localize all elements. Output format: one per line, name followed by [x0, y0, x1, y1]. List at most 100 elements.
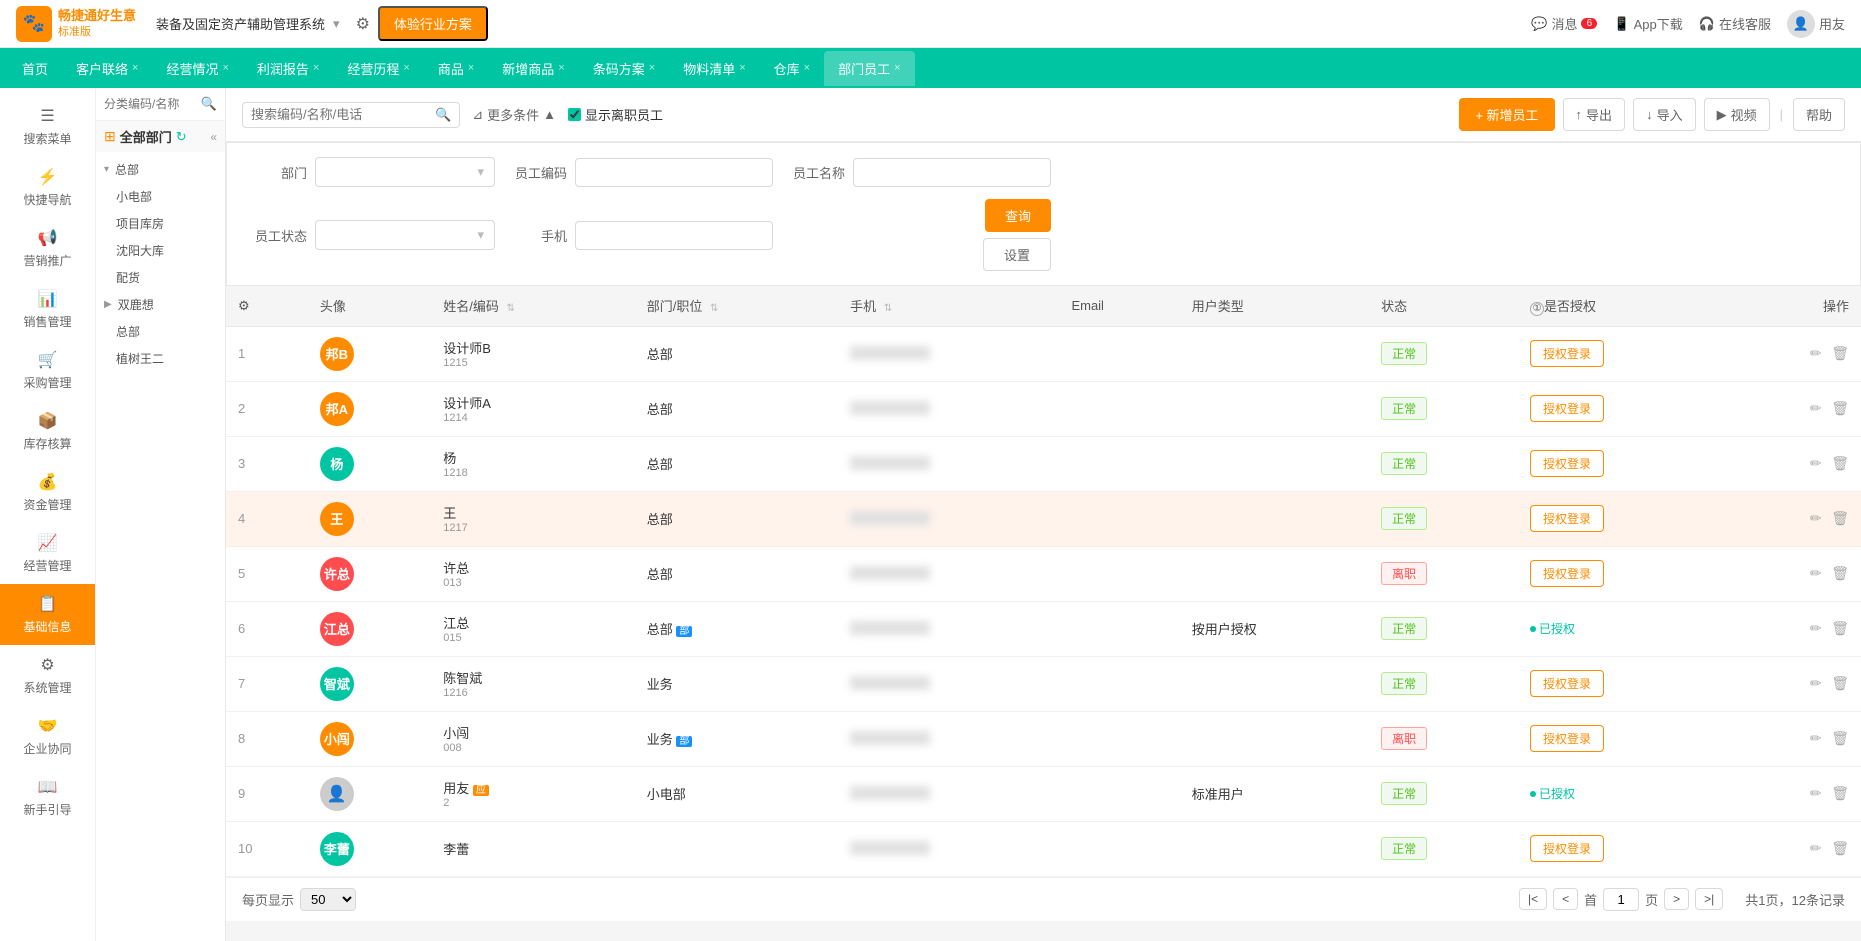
close-icon[interactable]: × [804, 62, 810, 74]
nav-item-guide[interactable]: 📖 新手引导 [0, 767, 95, 828]
user-menu[interactable]: 👤 用友 [1787, 10, 1845, 38]
nav-item-system[interactable]: ⚙ 系统管理 [0, 645, 95, 706]
set-button[interactable]: 设置 [983, 238, 1051, 271]
col-dept[interactable]: 部门/职位 ⇅ [635, 286, 838, 326]
tab-add-goods[interactable]: 新增商品 × [488, 51, 578, 86]
dept-item-shenyang[interactable]: 沈阳大库 [96, 237, 225, 264]
dept-item-hq[interactable]: 总部 [96, 318, 225, 345]
tab-warehouse[interactable]: 仓库 × [760, 51, 824, 86]
auth-login-button[interactable]: 授权登录 [1530, 560, 1604, 587]
close-icon[interactable]: × [649, 62, 655, 74]
auth-login-button[interactable]: 授权登录 [1530, 835, 1604, 862]
auth-login-button[interactable]: 授权登录 [1530, 340, 1604, 367]
auth-login-button[interactable]: 授权登录 [1530, 505, 1604, 532]
tab-bom[interactable]: 物料清单 × [669, 51, 759, 86]
tab-customer[interactable]: 客户联络 × [62, 51, 152, 86]
tab-operations[interactable]: 经营情况 × [152, 51, 242, 86]
delete-icon[interactable]: 🗑 [1831, 840, 1849, 856]
nav-item-basic[interactable]: 📋 基础信息 [0, 584, 95, 645]
show-resigned-checkbox[interactable]: 显示离职员工 [568, 105, 663, 124]
search-icon[interactable]: 🔍 [435, 107, 451, 123]
nav-item-sales[interactable]: 📊 销售管理 [0, 279, 95, 340]
dept-search-input[interactable] [104, 97, 201, 111]
close-icon[interactable]: × [468, 62, 474, 74]
auth-login-button[interactable]: 授权登录 [1530, 725, 1604, 752]
page-size-select[interactable]: 50 100 [300, 888, 356, 911]
nav-item-collab[interactable]: 🤝 企业协同 [0, 706, 95, 767]
col-phone[interactable]: 手机 ⇅ [838, 286, 1059, 326]
delete-icon[interactable]: 🗑 [1831, 785, 1849, 801]
help-button[interactable]: 帮助 [1793, 98, 1845, 131]
tab-department[interactable]: 部门员工 × [824, 51, 914, 86]
search-button[interactable]: 查询 [985, 199, 1051, 232]
nav-item-operations[interactable]: 📈 经营管理 [0, 523, 95, 584]
next-page-button[interactable]: > [1664, 888, 1689, 910]
close-icon[interactable]: × [739, 62, 745, 74]
edit-icon[interactable]: ✏ [1810, 730, 1822, 746]
edit-icon[interactable]: ✏ [1810, 620, 1822, 636]
edit-icon[interactable]: ✏ [1810, 675, 1822, 691]
tab-barcode[interactable]: 条码方案 × [579, 51, 669, 86]
view-button[interactable]: ▶ 视频 [1704, 98, 1770, 131]
delete-icon[interactable]: 🗑 [1831, 620, 1849, 636]
close-icon[interactable]: × [558, 62, 564, 74]
delete-icon[interactable]: 🗑 [1831, 400, 1849, 416]
delete-icon[interactable]: 🗑 [1831, 730, 1849, 746]
close-icon[interactable]: × [894, 62, 900, 74]
delete-icon[interactable]: 🗑 [1831, 675, 1849, 691]
auth-login-button[interactable]: 授权登录 [1530, 450, 1604, 477]
first-page-button[interactable]: |< [1519, 888, 1547, 910]
settings-icon[interactable]: ⚙ [356, 14, 370, 34]
edit-icon[interactable]: ✏ [1810, 565, 1822, 581]
app-download-button[interactable]: 📱 App下载 [1613, 14, 1682, 33]
tab-goods[interactable]: 商品 × [424, 51, 488, 86]
edit-icon[interactable]: ✏ [1810, 840, 1822, 856]
edit-icon[interactable]: ✏ [1810, 400, 1822, 416]
dept-item-project[interactable]: 项目库房 [96, 210, 225, 237]
nav-item-marketing[interactable]: 📢 营销推广 [0, 218, 95, 279]
emp-name-input[interactable] [853, 158, 1051, 187]
collapse-icon[interactable]: « [210, 130, 217, 144]
edit-icon[interactable]: ✏ [1810, 455, 1822, 471]
status-select[interactable]: ▾ [315, 220, 495, 250]
refresh-icon[interactable]: ↻ [176, 129, 187, 145]
page-number-input[interactable] [1603, 888, 1639, 911]
auth-login-button[interactable]: 授权登录 [1530, 395, 1604, 422]
edit-icon[interactable]: ✏ [1810, 785, 1822, 801]
dept-item-delivery[interactable]: 配货 [96, 264, 225, 291]
import-button[interactable]: ↓ 导入 [1633, 98, 1696, 131]
edit-icon[interactable]: ✏ [1810, 510, 1822, 526]
tab-home[interactable]: 首页 [8, 51, 62, 86]
emp-code-input[interactable] [575, 158, 773, 187]
dept-select[interactable]: ▾ [315, 157, 495, 187]
close-icon[interactable]: × [313, 62, 319, 74]
export-button[interactable]: ↑ 导出 [1563, 98, 1626, 131]
phone-input[interactable] [575, 221, 773, 250]
online-service-button[interactable]: 🎧 在线客服 [1699, 14, 1771, 33]
dept-item-electronics[interactable]: 小电部 [96, 183, 225, 210]
tab-profit[interactable]: 利润报告 × [243, 51, 333, 86]
nav-item-finance[interactable]: 💰 资金管理 [0, 462, 95, 523]
delete-icon[interactable]: 🗑 [1831, 455, 1849, 471]
add-employee-button[interactable]: + 新增员工 [1459, 98, 1554, 131]
close-icon[interactable]: × [132, 62, 138, 74]
delete-icon[interactable]: 🗑 [1831, 345, 1849, 361]
more-conditions-button[interactable]: ⊿ 更多条件 ▲ [472, 105, 556, 124]
auth-login-button[interactable]: 授权登录 [1530, 670, 1604, 697]
search-input[interactable] [251, 107, 431, 122]
sidebar-search-icon[interactable]: 🔍 [201, 96, 217, 112]
dept-item-root[interactable]: ▾ 总部 [96, 156, 225, 183]
last-page-button[interactable]: >| [1695, 888, 1723, 910]
edit-icon[interactable]: ✏ [1810, 345, 1822, 361]
nav-item-inventory[interactable]: 📦 库存核算 [0, 401, 95, 462]
col-settings[interactable]: ⚙ [226, 286, 308, 326]
prev-page-button[interactable]: < [1553, 888, 1578, 910]
dept-item-planting[interactable]: 植树王二 [96, 345, 225, 372]
message-button[interactable]: 💬 消息 6 [1531, 14, 1597, 33]
close-icon[interactable]: × [222, 62, 228, 74]
tab-history[interactable]: 经营历程 × [333, 51, 423, 86]
delete-icon[interactable]: 🗑 [1831, 510, 1849, 526]
dept-item-shuanglu[interactable]: ▶ 双鹿想 [96, 291, 225, 318]
chevron-down-icon[interactable]: ▾ [333, 16, 340, 32]
nav-item-shortcut[interactable]: ⚡ 快捷导航 [0, 157, 95, 218]
